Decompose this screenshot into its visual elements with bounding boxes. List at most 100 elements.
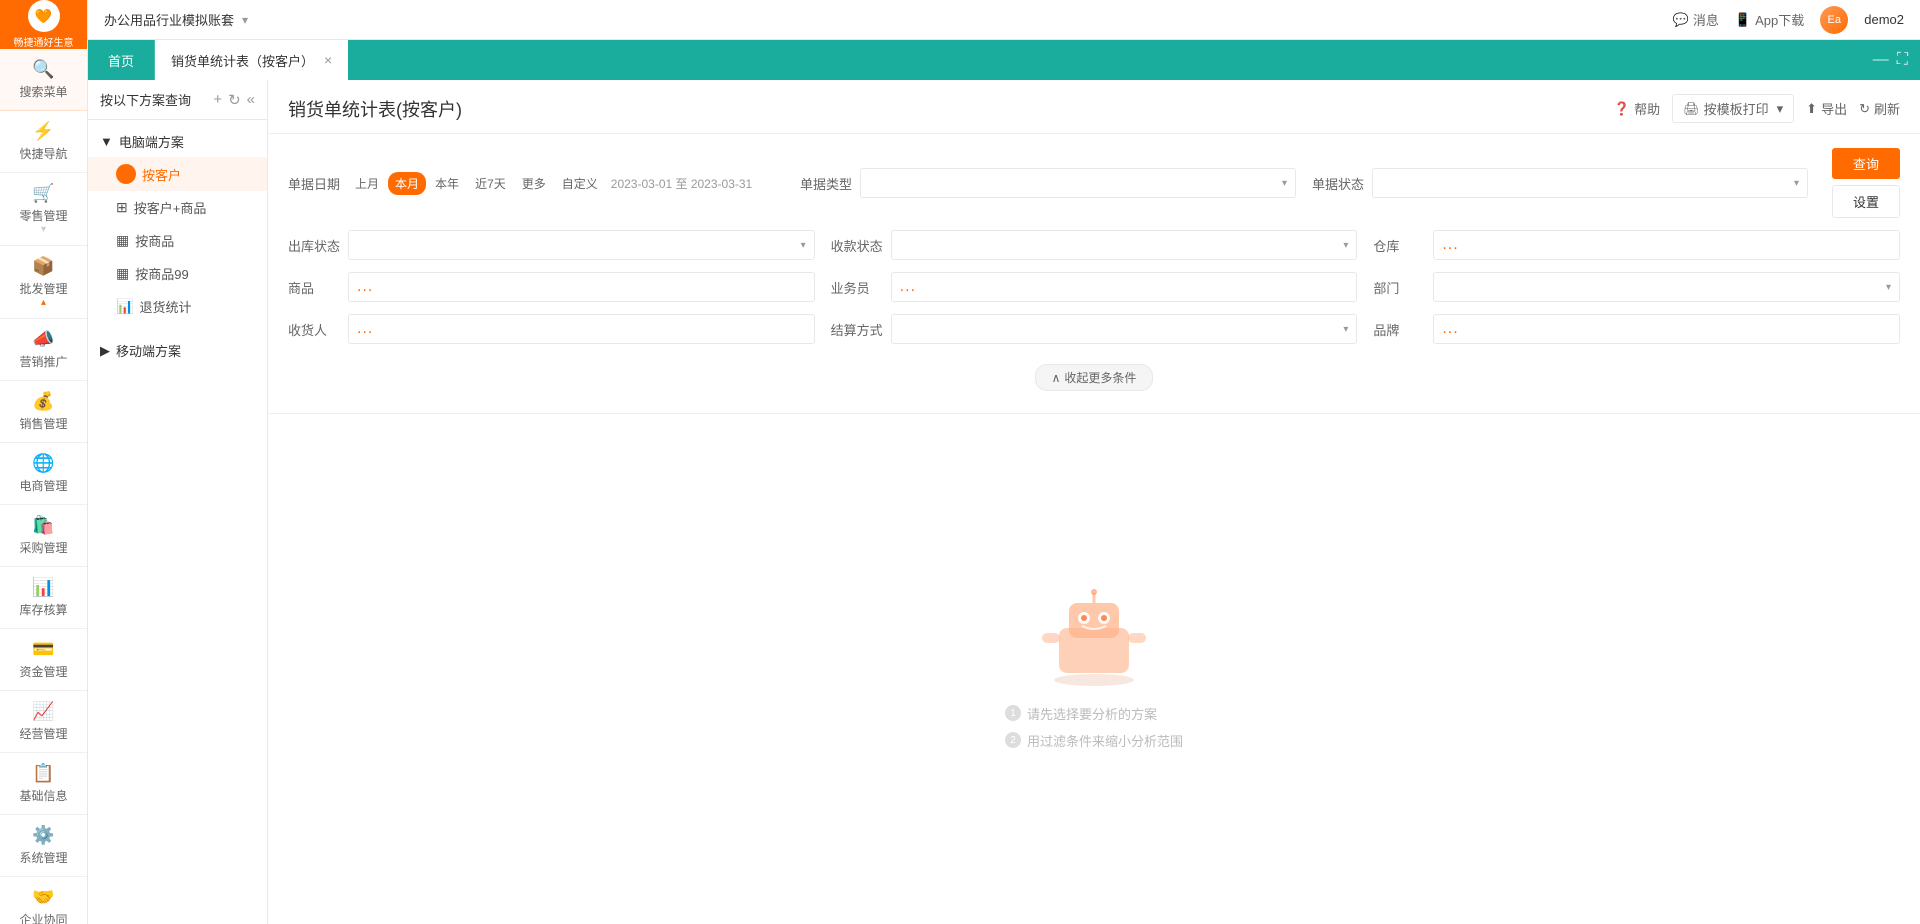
- system-icon: ⚙️: [32, 825, 54, 846]
- help-button[interactable]: ❓ 帮助: [1614, 99, 1660, 118]
- date-label: 单据日期: [288, 174, 340, 193]
- collapse-button[interactable]: ∧ 收起更多条件: [1035, 364, 1154, 391]
- settlement-select[interactable]: ▾: [891, 314, 1358, 344]
- product-select[interactable]: ...: [348, 272, 815, 302]
- add-scheme-button[interactable]: +: [213, 91, 222, 109]
- sidebar-item-purchase[interactable]: 🛍️ 采购管理: [0, 505, 87, 567]
- out-status-label: 出库状态: [288, 236, 340, 255]
- wholesale-icon: 📦: [32, 256, 54, 277]
- main-content: 销货单统计表(按客户) ❓ 帮助 🖨 按模板打印 ▾ ⬆ 导出: [268, 80, 1920, 924]
- sidebar-item-ecom[interactable]: 🌐 电商管理: [0, 443, 87, 505]
- order-type-select[interactable]: ▾: [860, 168, 1296, 198]
- retail-arrow: ▾: [41, 224, 46, 235]
- username: demo2: [1864, 12, 1904, 27]
- mobile-group-header[interactable]: ▶ 移动端方案: [88, 335, 267, 366]
- order-status-select[interactable]: ▾: [1372, 168, 1808, 198]
- scheme-item-by-customer[interactable]: 按客户: [88, 157, 267, 191]
- empty-hint-1: 1 请先选择要分析的方案: [1005, 704, 1183, 723]
- date-tab-more[interactable]: 更多: [515, 172, 553, 195]
- staff-select[interactable]: ...: [891, 272, 1358, 302]
- sidebar-item-basic[interactable]: 📋 基础信息: [0, 753, 87, 815]
- receipt-status-select[interactable]: ▾: [891, 230, 1358, 260]
- sidebar-item-wholesale[interactable]: 📦 批发管理 ▴: [0, 246, 87, 319]
- topbar-left: 办公用品行业模拟账套 ▾: [104, 10, 248, 29]
- help-icon: ❓: [1614, 101, 1630, 117]
- order-type-arrow: ▾: [1282, 178, 1287, 189]
- sidebar-item-finance[interactable]: 💳 资金管理: [0, 629, 87, 691]
- sidebar-item-marketing[interactable]: 📣 营销推广: [0, 319, 87, 381]
- print-icon: 🖨: [1683, 101, 1700, 117]
- empty-illustration: [1034, 588, 1154, 688]
- warehouse-select[interactable]: ...: [1433, 230, 1900, 260]
- dept-select[interactable]: ▾: [1433, 272, 1900, 302]
- scheme-item-label: 按商品99: [135, 264, 188, 283]
- message-button[interactable]: 💬 消息: [1673, 10, 1719, 29]
- print-dropdown-arrow[interactable]: ▾: [1777, 101, 1784, 117]
- refresh-scheme-button[interactable]: ↻: [228, 91, 241, 109]
- scheme-item-return-stats[interactable]: 📊 退货统计: [88, 290, 267, 323]
- tab-maximize-button[interactable]: ⛶: [1897, 51, 1908, 69]
- receipt-status-label: 收款状态: [831, 236, 883, 255]
- topbar-right: 💬 消息 📱 App下载 Ea demo2: [1673, 6, 1904, 34]
- date-tab-this-month[interactable]: 本月: [388, 172, 426, 195]
- setting-button[interactable]: 设置: [1832, 185, 1900, 218]
- page-title: 销货单统计表(按客户): [288, 96, 462, 122]
- tab-active[interactable]: 销货单统计表（按客户） ×: [155, 40, 348, 80]
- filter-row-4: 收货人 ... 结算方式 ▾ 品牌: [288, 314, 1900, 344]
- tab-close-button[interactable]: ×: [324, 52, 332, 68]
- help-label: 帮助: [1634, 99, 1660, 118]
- sidebar-item-search[interactable]: 🔍 搜索菜单: [0, 49, 87, 111]
- scheme-item-by-customer-product[interactable]: ⊞ 按客户+商品: [88, 191, 267, 224]
- mobile-group-arrow: ▶: [100, 343, 110, 359]
- sidebar-item-system[interactable]: ⚙️ 系统管理: [0, 815, 87, 877]
- sidebar-item-sales[interactable]: 💰 销售管理: [0, 381, 87, 443]
- scheme-item-by-product-99[interactable]: ▦ 按商品99: [88, 257, 267, 290]
- out-status-arrow: ▾: [801, 240, 806, 251]
- workspace-dropdown[interactable]: ▾: [242, 13, 248, 27]
- pc-group-arrow: ▼: [100, 134, 113, 149]
- date-tab-this-year[interactable]: 本年: [428, 172, 466, 195]
- sidebar-logo[interactable]: 🧡 畅捷通好生意: [0, 0, 88, 49]
- page-header-actions: ❓ 帮助 🖨 按模板打印 ▾ ⬆ 导出 ↻ 刷新: [1614, 94, 1900, 123]
- filter-row-1: 单据日期 上月 本月 本年 近7天 更多 自定义 2023-03-01 至 20…: [288, 148, 1900, 218]
- sidebar-item-retail[interactable]: 🛒 零售管理 ▾: [0, 173, 87, 246]
- date-filter: 上月 本月 本年 近7天 更多 自定义 2023-03-01 至 2023-03…: [348, 172, 784, 195]
- user-avatar[interactable]: Ea: [1820, 6, 1848, 34]
- print-button[interactable]: 🖨 按模板打印 ▾: [1672, 94, 1794, 123]
- query-button[interactable]: 查询: [1832, 148, 1900, 179]
- refresh-button[interactable]: ↻ 刷新: [1859, 99, 1900, 118]
- export-button[interactable]: ⬆ 导出: [1806, 99, 1847, 118]
- sidebar-item-inventory[interactable]: 📊 库存核算: [0, 567, 87, 629]
- search-icon: 🔍: [32, 59, 54, 80]
- pc-group-label: 电脑端方案: [119, 132, 184, 151]
- collapse-up-icon: ∧: [1052, 371, 1061, 385]
- sidebar-item-quicknav[interactable]: ⚡ 快捷导航: [0, 111, 87, 173]
- filter-order-type: 单据类型 ▾: [800, 168, 1296, 198]
- date-range-text: 2023-03-01 至 2023-03-31: [611, 175, 752, 192]
- hint-1-text: 请先选择要分析的方案: [1027, 704, 1157, 723]
- app-download-label: App下载: [1755, 10, 1804, 29]
- order-status-arrow: ▾: [1794, 178, 1799, 189]
- scheme-item-by-product[interactable]: ▦ 按商品: [88, 224, 267, 257]
- pc-group-header[interactable]: ▼ 电脑端方案: [88, 126, 267, 157]
- sidebar-item-ops[interactable]: 📈 经营管理: [0, 691, 87, 753]
- sub-sidebar-title: 按以下方案查询: [100, 90, 191, 109]
- brand-select[interactable]: ...: [1433, 314, 1900, 344]
- main-area: 办公用品行业模拟账套 ▾ 💬 消息 📱 App下载 Ea demo2 首页 销货…: [88, 0, 1920, 924]
- date-tab-custom[interactable]: 自定义: [555, 172, 605, 195]
- date-tab-7days[interactable]: 近7天: [468, 172, 513, 195]
- recipient-select[interactable]: ...: [348, 314, 815, 344]
- tab-home[interactable]: 首页: [88, 40, 155, 80]
- tab-minimize-button[interactable]: —: [1873, 51, 1889, 69]
- date-tab-last-month[interactable]: 上月: [348, 172, 386, 195]
- filter-product: 商品 ...: [288, 272, 815, 302]
- collapse-scheme-button[interactable]: «: [247, 91, 255, 109]
- company-icon: 🤝: [32, 887, 54, 908]
- table2-icon: ▦: [116, 265, 129, 282]
- scheme-item-label: 退货统计: [139, 297, 191, 316]
- app-download-button[interactable]: 📱 App下载: [1735, 10, 1804, 29]
- out-status-select[interactable]: ▾: [348, 230, 815, 260]
- staff-label: 业务员: [831, 278, 883, 297]
- print-label: 按模板打印: [1704, 99, 1769, 118]
- sidebar-item-company[interactable]: 🤝 企业协同: [0, 877, 87, 924]
